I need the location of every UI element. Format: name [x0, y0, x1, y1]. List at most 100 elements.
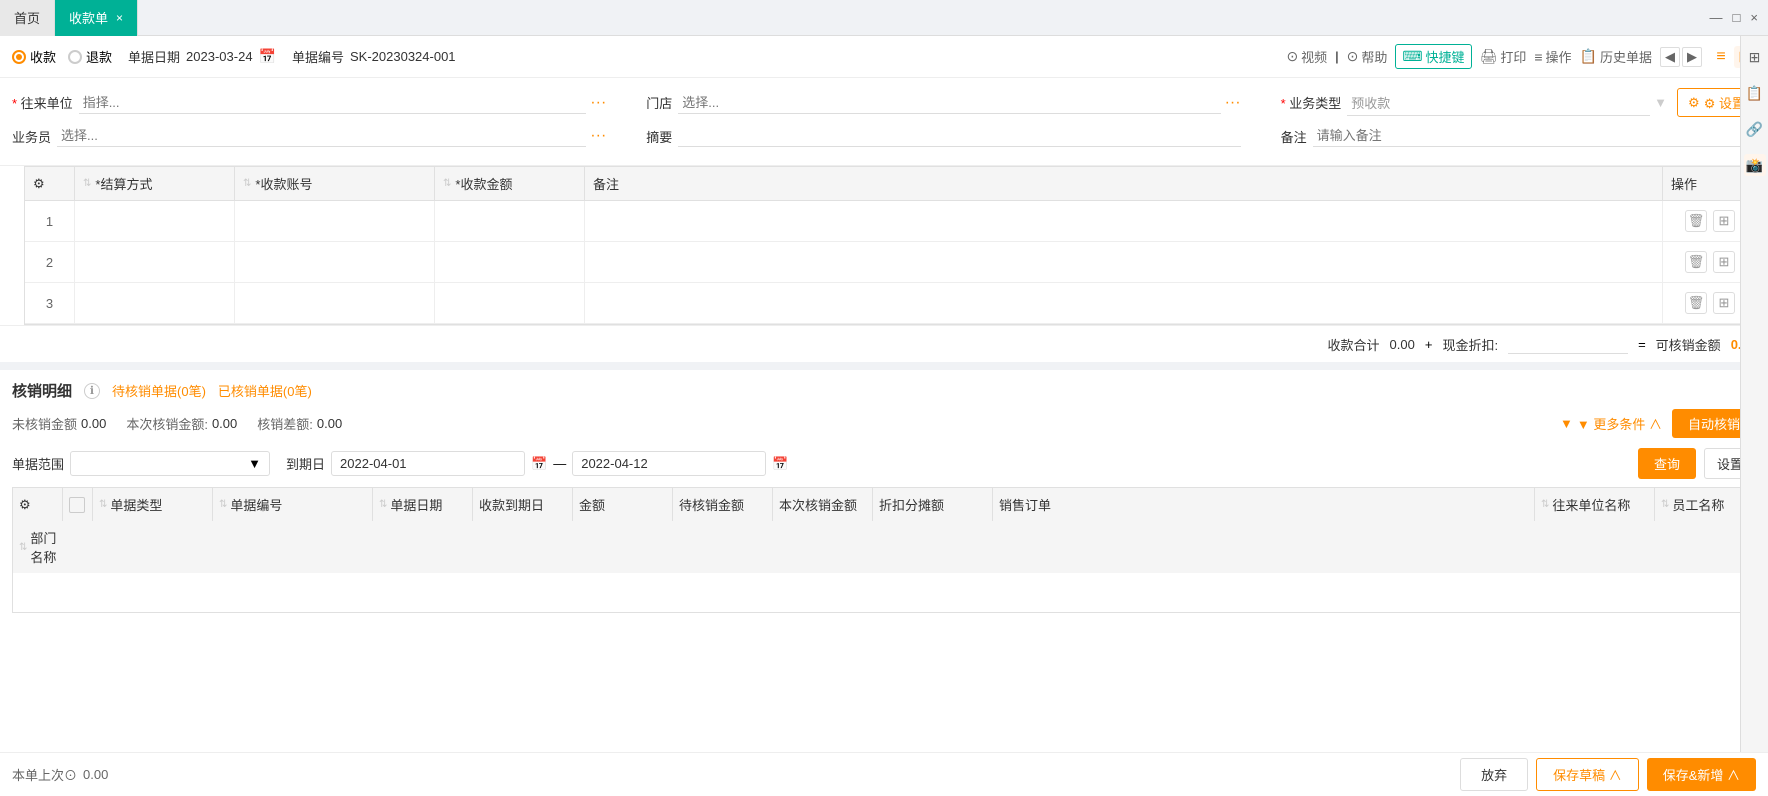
- th-amount: ⇅ *收款金额: [435, 167, 585, 200]
- video-icon: ⊙: [1286, 48, 1298, 65]
- date-value[interactable]: 2023-03-24: [186, 49, 253, 64]
- save-draft-label: 保存草稿 ∧: [1553, 765, 1622, 784]
- date-to-input[interactable]: [572, 451, 766, 476]
- writeoff-info-icon[interactable]: ℹ: [84, 383, 100, 399]
- nav-next[interactable]: ▶: [1682, 47, 1702, 67]
- bottom-th-discount-label: 折扣分摊额: [879, 495, 944, 514]
- th-settlement: ⇅ *结算方式: [75, 167, 235, 200]
- bottom-th-sales-order-label: 销售订单: [999, 495, 1051, 514]
- tab-home[interactable]: 首页: [0, 0, 55, 36]
- shortcut-btn[interactable]: ⌨ 快捷键: [1395, 44, 1471, 69]
- bottom-th-this-writeoff: 本次核销金额: [773, 488, 873, 521]
- bottom-th-dept: ⇅ 部门名称: [13, 521, 63, 573]
- radio-collection[interactable]: 收款: [12, 47, 56, 66]
- biz-type-select[interactable]: 预收款 ▼: [1347, 90, 1667, 116]
- counterpart-dots[interactable]: ···: [590, 95, 606, 111]
- available-label: 可核销金额: [1656, 335, 1721, 354]
- row-account-3[interactable]: [235, 283, 435, 323]
- shop-field: 门店 ···: [646, 92, 1240, 114]
- row-amount-1[interactable]: [435, 201, 585, 241]
- number-value[interactable]: SK-20230324-001: [350, 49, 456, 64]
- date-to-calendar-icon[interactable]: 📅: [772, 456, 788, 472]
- shop-input[interactable]: [678, 92, 1220, 114]
- save-draft-button[interactable]: 保存草稿 ∧: [1536, 758, 1639, 791]
- row-settlement-1[interactable]: [75, 201, 235, 241]
- query-button[interactable]: 查询: [1638, 448, 1696, 479]
- print-btn[interactable]: 🖨 打印: [1480, 47, 1527, 66]
- discount-input[interactable]: [1508, 334, 1628, 354]
- row-account-1[interactable]: [235, 201, 435, 241]
- delete-row-1[interactable]: 🗑: [1685, 210, 1707, 232]
- copy-row-2[interactable]: ⊞: [1713, 251, 1735, 273]
- row-amount-3[interactable]: [435, 283, 585, 323]
- th-gear[interactable]: ⚙: [25, 167, 75, 200]
- more-conditions-btn[interactable]: ▼ ▼ 更多条件 ∧: [1560, 414, 1662, 433]
- keyboard-icon: ⌨: [1402, 48, 1422, 65]
- copy-row-3[interactable]: ⊞: [1713, 292, 1735, 314]
- summary-input[interactable]: [678, 125, 1240, 147]
- nav-prev[interactable]: ◀: [1660, 47, 1680, 67]
- staff-dots[interactable]: ···: [590, 128, 606, 144]
- date-from-calendar-icon[interactable]: 📅: [531, 456, 547, 472]
- minimize-icon[interactable]: —: [1710, 10, 1723, 25]
- data-table: ⚙ ⇅ *结算方式 ⇅ *收款账号 ⇅ *收款金额 备注 操: [24, 166, 1744, 325]
- staff-input[interactable]: [57, 125, 586, 147]
- nav-arrows: ◀ ▶: [1660, 47, 1702, 67]
- total-value: 0.00: [1390, 337, 1415, 352]
- pending-link[interactable]: 待核销单据(0笔): [112, 381, 206, 400]
- row-num-1: 1: [25, 201, 75, 241]
- date-calendar-icon[interactable]: 📅: [259, 48, 276, 65]
- bottom-th-checkbox: [63, 488, 93, 521]
- abandon-button[interactable]: 放弃: [1460, 758, 1528, 791]
- row-num-2: 2: [25, 242, 75, 282]
- row-settlement-3[interactable]: [75, 283, 235, 323]
- action-btn[interactable]: ≡ 操作: [1534, 47, 1571, 66]
- sidebar-icon-table[interactable]: ⊞: [1744, 46, 1766, 68]
- row-amount-2[interactable]: [435, 242, 585, 282]
- row-remark-1[interactable]: [585, 201, 1663, 241]
- delete-row-3[interactable]: 🗑: [1685, 292, 1707, 314]
- sidebar-icon-link[interactable]: 🔗: [1744, 118, 1766, 140]
- bottom-th-gear[interactable]: ⚙: [13, 488, 63, 521]
- window-controls: — □ ×: [1710, 10, 1768, 25]
- row-remark-3[interactable]: [585, 283, 1663, 323]
- row-account-2[interactable]: [235, 242, 435, 282]
- summary-row: 收款合计 0.00 + 现金折扣: = 可核销金额 0.00: [0, 325, 1768, 362]
- row-remark-2[interactable]: [585, 242, 1663, 282]
- row-num-3: 3: [25, 283, 75, 323]
- th-amount-label: *收款金额: [455, 174, 512, 193]
- tab-active[interactable]: 收款单 ×: [55, 0, 138, 36]
- writeoff-actions: ▼ ▼ 更多条件 ∧ 自动核销: [1560, 409, 1756, 438]
- row-action-2: 🗑 ⊞: [1663, 242, 1743, 282]
- done-link[interactable]: 已核销单据(0笔): [218, 381, 312, 400]
- discount-label: 现金折扣:: [1442, 335, 1498, 354]
- form-row-2: 业务员 ··· 摘要 备注: [12, 125, 1756, 147]
- bottom-th-amount: 金额: [573, 488, 673, 521]
- counterpart-input[interactable]: [79, 92, 587, 114]
- radio-refund[interactable]: 退款: [68, 47, 112, 66]
- main-container: 收款 退款 单据日期 2023-03-24 📅 单据编号 SK-20230324…: [0, 36, 1768, 796]
- sidebar-icon-camera[interactable]: 📸: [1744, 154, 1766, 176]
- video-label: 视频: [1301, 47, 1327, 66]
- help-btn[interactable]: ⊙ 帮助: [1347, 47, 1388, 66]
- save-new-button[interactable]: 保存&新增 ∧: [1647, 758, 1756, 791]
- copy-row-1[interactable]: ⊞: [1713, 210, 1735, 232]
- row-settlement-2[interactable]: [75, 242, 235, 282]
- close-icon[interactable]: ×: [1750, 10, 1758, 25]
- diff-label: 核销差额:: [257, 414, 313, 433]
- header-checkbox[interactable]: [69, 497, 85, 513]
- unverified-value: 0.00: [81, 416, 106, 431]
- sidebar-icon-doc[interactable]: 📋: [1744, 82, 1766, 104]
- restore-icon[interactable]: □: [1733, 10, 1741, 25]
- list-view-icon[interactable]: ≡: [1710, 46, 1732, 68]
- tab-close-icon[interactable]: ×: [116, 11, 123, 25]
- video-btn[interactable]: ⊙ 视频: [1286, 47, 1327, 66]
- range-select[interactable]: ▼: [70, 451, 270, 476]
- history-btn[interactable]: 📋 历史单据: [1580, 47, 1652, 66]
- shop-dots[interactable]: ···: [1225, 95, 1241, 111]
- top-toolbar: 收款 退款 单据日期 2023-03-24 📅 单据编号 SK-20230324…: [0, 36, 1768, 78]
- delete-row-2[interactable]: 🗑: [1685, 251, 1707, 273]
- remark-input[interactable]: [1313, 125, 1756, 147]
- save-new-label: 保存&新增 ∧: [1663, 765, 1740, 784]
- date-from-input[interactable]: [331, 451, 525, 476]
